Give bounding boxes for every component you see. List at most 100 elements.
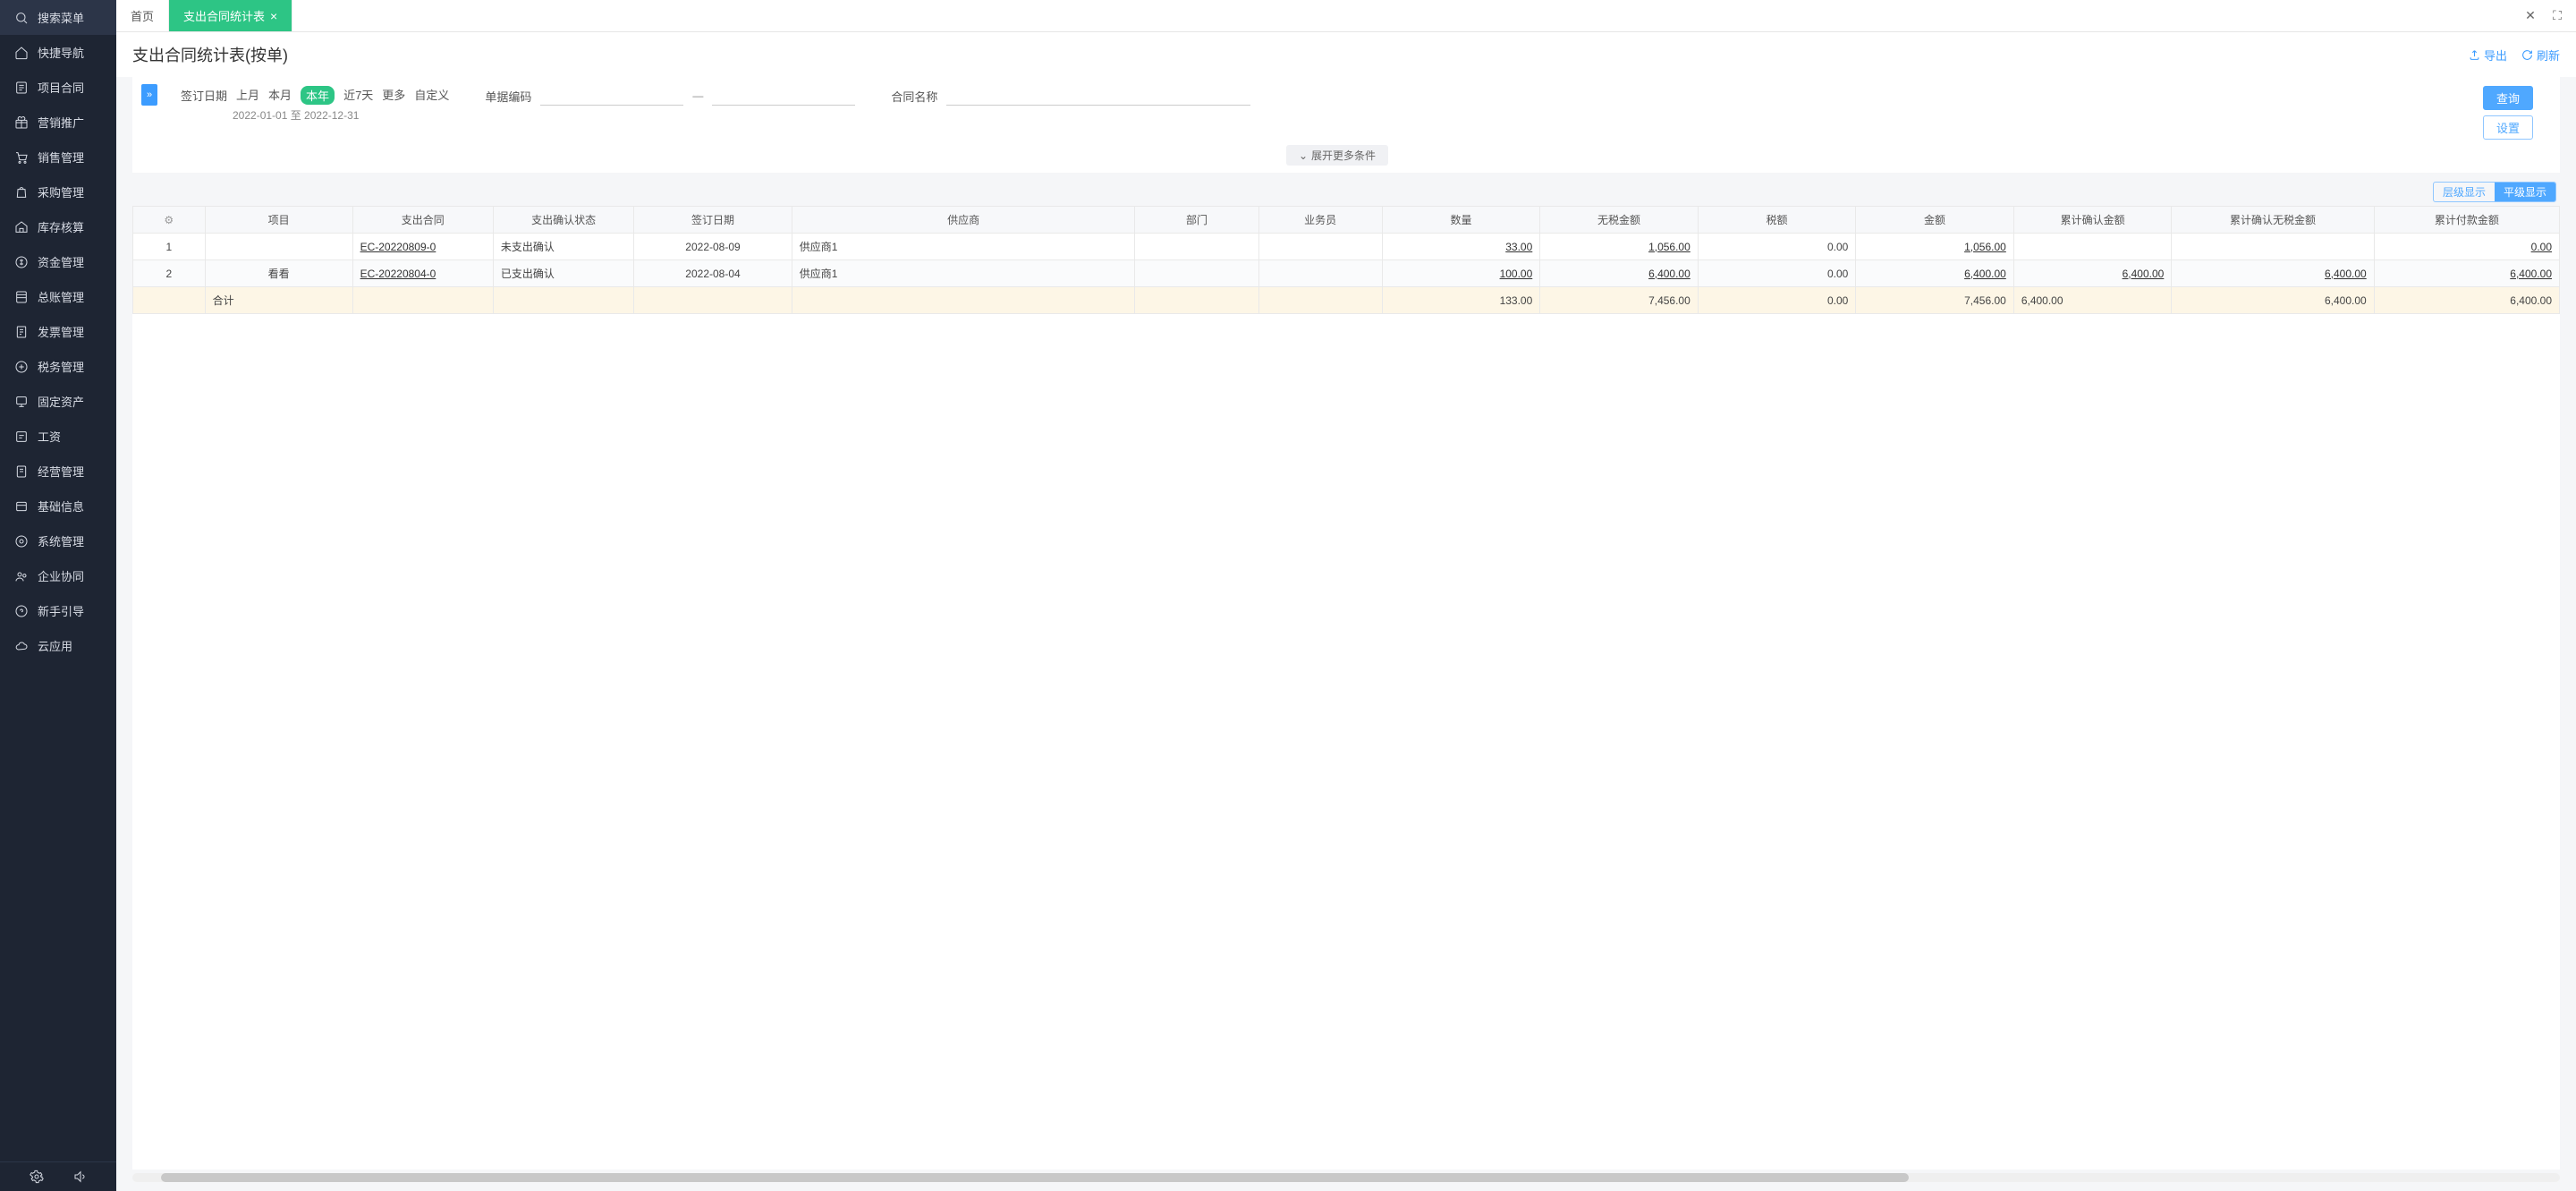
sidebar-item-label: 采购管理 bbox=[38, 183, 84, 200]
view-toggle: 层级显示 平级显示 bbox=[116, 173, 2576, 206]
col-gear[interactable]: ⚙ bbox=[133, 207, 206, 234]
sidebar-item-label: 项目合同 bbox=[38, 79, 84, 96]
sidebar-item-team[interactable]: 企业协同 bbox=[0, 558, 116, 593]
query-button[interactable]: 查询 bbox=[2483, 86, 2533, 110]
range-opt[interactable]: 自定义 bbox=[414, 86, 449, 105]
sidebar-item-asset[interactable]: 固定资产 bbox=[0, 384, 116, 419]
sidebar-item-label: 搜索菜单 bbox=[38, 9, 84, 26]
range-opt[interactable]: 更多 bbox=[382, 86, 405, 105]
range-opt[interactable]: 上月 bbox=[236, 86, 259, 105]
sidebar-item-ledger[interactable]: 总账管理 bbox=[0, 279, 116, 314]
sidebar-item-label: 发票管理 bbox=[38, 323, 84, 340]
sidebar-item-biz[interactable]: 经营管理 bbox=[0, 454, 116, 489]
cell-link[interactable]: 6,400.00 bbox=[2510, 268, 2552, 280]
col-salesman: 业务员 bbox=[1258, 207, 1382, 234]
sidebar-item-invoice[interactable]: 发票管理 bbox=[0, 314, 116, 349]
horizontal-scrollbar[interactable] bbox=[132, 1173, 2560, 1182]
date-filter: 签订日期 上月本月本年近7天更多自定义 2022-01-01 至 2022-12… bbox=[181, 86, 449, 123]
salary-icon bbox=[14, 430, 29, 444]
team-icon bbox=[14, 569, 29, 583]
refresh-button[interactable]: 刷新 bbox=[2521, 47, 2560, 64]
file-icon bbox=[14, 81, 29, 95]
sidebar-item-label: 经营管理 bbox=[38, 463, 84, 480]
range-opt[interactable]: 本年 bbox=[301, 86, 335, 105]
tab-home[interactable]: 首页 bbox=[116, 0, 169, 31]
sidebar-item-label: 销售管理 bbox=[38, 149, 84, 166]
expand-filters-button[interactable]: ⌄ 展开更多条件 bbox=[1286, 145, 1388, 166]
sound-icon[interactable] bbox=[73, 1170, 88, 1184]
sidebar-item-file[interactable]: 项目合同 bbox=[0, 70, 116, 105]
collapse-toggle[interactable]: » bbox=[141, 84, 157, 106]
sidebar-bottom bbox=[0, 1161, 116, 1191]
sidebar-item-label: 工资 bbox=[38, 428, 61, 445]
cell-link[interactable]: 6,400.00 bbox=[1964, 268, 2006, 280]
sidebar-item-home[interactable]: 快捷导航 bbox=[0, 35, 116, 70]
tax-icon bbox=[14, 360, 29, 374]
fullscreen-icon[interactable]: ⛶ bbox=[2547, 6, 2567, 26]
expand-label: 展开更多条件 bbox=[1311, 148, 1376, 163]
sidebar-item-label: 库存核算 bbox=[38, 218, 84, 235]
range-opt[interactable]: 本月 bbox=[268, 86, 292, 105]
page-title: 支出合同统计表(按单) bbox=[132, 43, 288, 66]
sidebar: 搜索菜单快捷导航项目合同营销推广销售管理采购管理库存核算资金管理总账管理发票管理… bbox=[0, 0, 116, 1191]
cell-link[interactable]: 1,056.00 bbox=[1648, 241, 1690, 253]
view-flat[interactable]: 平级显示 bbox=[2495, 183, 2555, 201]
close-icon[interactable]: × bbox=[270, 10, 277, 22]
contractname-filter: 合同名称 bbox=[891, 86, 1250, 106]
cell-link[interactable]: EC-20220809-0 bbox=[360, 241, 436, 253]
cell-link[interactable]: EC-20220804-0 bbox=[360, 268, 436, 280]
tab-active[interactable]: 支出合同统计表 × bbox=[169, 0, 292, 31]
totals-row: 合计 133.00 7,456.00 0.00 7,456.00 6,400.0… bbox=[133, 287, 2560, 314]
sidebar-item-house[interactable]: 库存核算 bbox=[0, 209, 116, 244]
main: 首页 支出合同统计表 × ✕ ⛶ 支出合同统计表(按单) 导出 刷新 bbox=[116, 0, 2576, 1191]
sidebar-item-label: 税务管理 bbox=[38, 358, 84, 375]
sidebar-item-salary[interactable]: 工资 bbox=[0, 419, 116, 454]
date-range-text: 2022-01-01 至 2022-12-31 bbox=[233, 107, 449, 123]
sidebar-item-base[interactable]: 基础信息 bbox=[0, 489, 116, 523]
export-label: 导出 bbox=[2484, 47, 2507, 64]
cell-link[interactable]: 100.00 bbox=[1500, 268, 1533, 280]
range-opt[interactable]: 近7天 bbox=[343, 86, 373, 105]
totals-cumpaid: 6,400.00 bbox=[2374, 287, 2559, 314]
sidebar-item-cart[interactable]: 销售管理 bbox=[0, 140, 116, 174]
sidebar-item-bag[interactable]: 采购管理 bbox=[0, 174, 116, 209]
cell-link[interactable]: 0.00 bbox=[2531, 241, 2552, 253]
settings-button[interactable]: 设置 bbox=[2483, 115, 2533, 140]
tab-home-label: 首页 bbox=[131, 7, 154, 24]
totals-tax: 0.00 bbox=[1698, 287, 1856, 314]
sidebar-item-label: 总账管理 bbox=[38, 288, 84, 305]
scrollbar-thumb[interactable] bbox=[161, 1173, 1909, 1182]
col-contract: 支出合同 bbox=[352, 207, 493, 234]
sidebar-item-label: 基础信息 bbox=[38, 498, 84, 515]
cell-link[interactable]: 6,400.00 bbox=[2123, 268, 2165, 280]
contractname-input[interactable] bbox=[946, 86, 1250, 106]
sidebar-item-search[interactable]: 搜索菜单 bbox=[0, 0, 116, 35]
table-body: 1EC-20220809-0未支出确认2022-08-09供应商133.001,… bbox=[133, 234, 2560, 287]
filter-panel: » 签订日期 上月本月本年近7天更多自定义 2022-01-01 至 2022-… bbox=[132, 77, 2560, 173]
sidebar-item-gift[interactable]: 营销推广 bbox=[0, 105, 116, 140]
table-row[interactable]: 2看看EC-20220804-0已支出确认2022-08-04供应商1100.0… bbox=[133, 260, 2560, 287]
table-row[interactable]: 1EC-20220809-0未支出确认2022-08-09供应商133.001,… bbox=[133, 234, 2560, 260]
docno-input-from[interactable] bbox=[540, 86, 683, 106]
sidebar-item-label: 资金管理 bbox=[38, 253, 84, 270]
col-cumconfirm: 累计确认金额 bbox=[2013, 207, 2172, 234]
sidebar-item-guide[interactable]: 新手引导 bbox=[0, 593, 116, 628]
sidebar-item-label: 系统管理 bbox=[38, 532, 84, 549]
sidebar-item-cloud[interactable]: 云应用 bbox=[0, 628, 116, 663]
home-icon bbox=[14, 46, 29, 60]
cell-link[interactable]: 33.00 bbox=[1505, 241, 1532, 253]
table-scroll[interactable]: ⚙ 项目 支出合同 支出确认状态 签订日期 供应商 部门 业务员 数量 无税金额… bbox=[132, 206, 2560, 1170]
sidebar-item-sys[interactable]: 系统管理 bbox=[0, 523, 116, 558]
cell-link[interactable]: 6,400.00 bbox=[2325, 268, 2367, 280]
tab-close-all-icon[interactable]: ✕ bbox=[2521, 6, 2540, 26]
cell-link[interactable]: 1,056.00 bbox=[1964, 241, 2006, 253]
view-tier[interactable]: 层级显示 bbox=[2434, 183, 2495, 201]
sidebar-item-coin[interactable]: 资金管理 bbox=[0, 244, 116, 279]
base-icon bbox=[14, 499, 29, 514]
sidebar-item-tax[interactable]: 税务管理 bbox=[0, 349, 116, 384]
cell-link[interactable]: 6,400.00 bbox=[1648, 268, 1690, 280]
export-button[interactable]: 导出 bbox=[2469, 47, 2507, 64]
totals-amount: 7,456.00 bbox=[1856, 287, 2014, 314]
docno-input-to[interactable] bbox=[712, 86, 855, 106]
gear-icon[interactable] bbox=[30, 1170, 44, 1184]
